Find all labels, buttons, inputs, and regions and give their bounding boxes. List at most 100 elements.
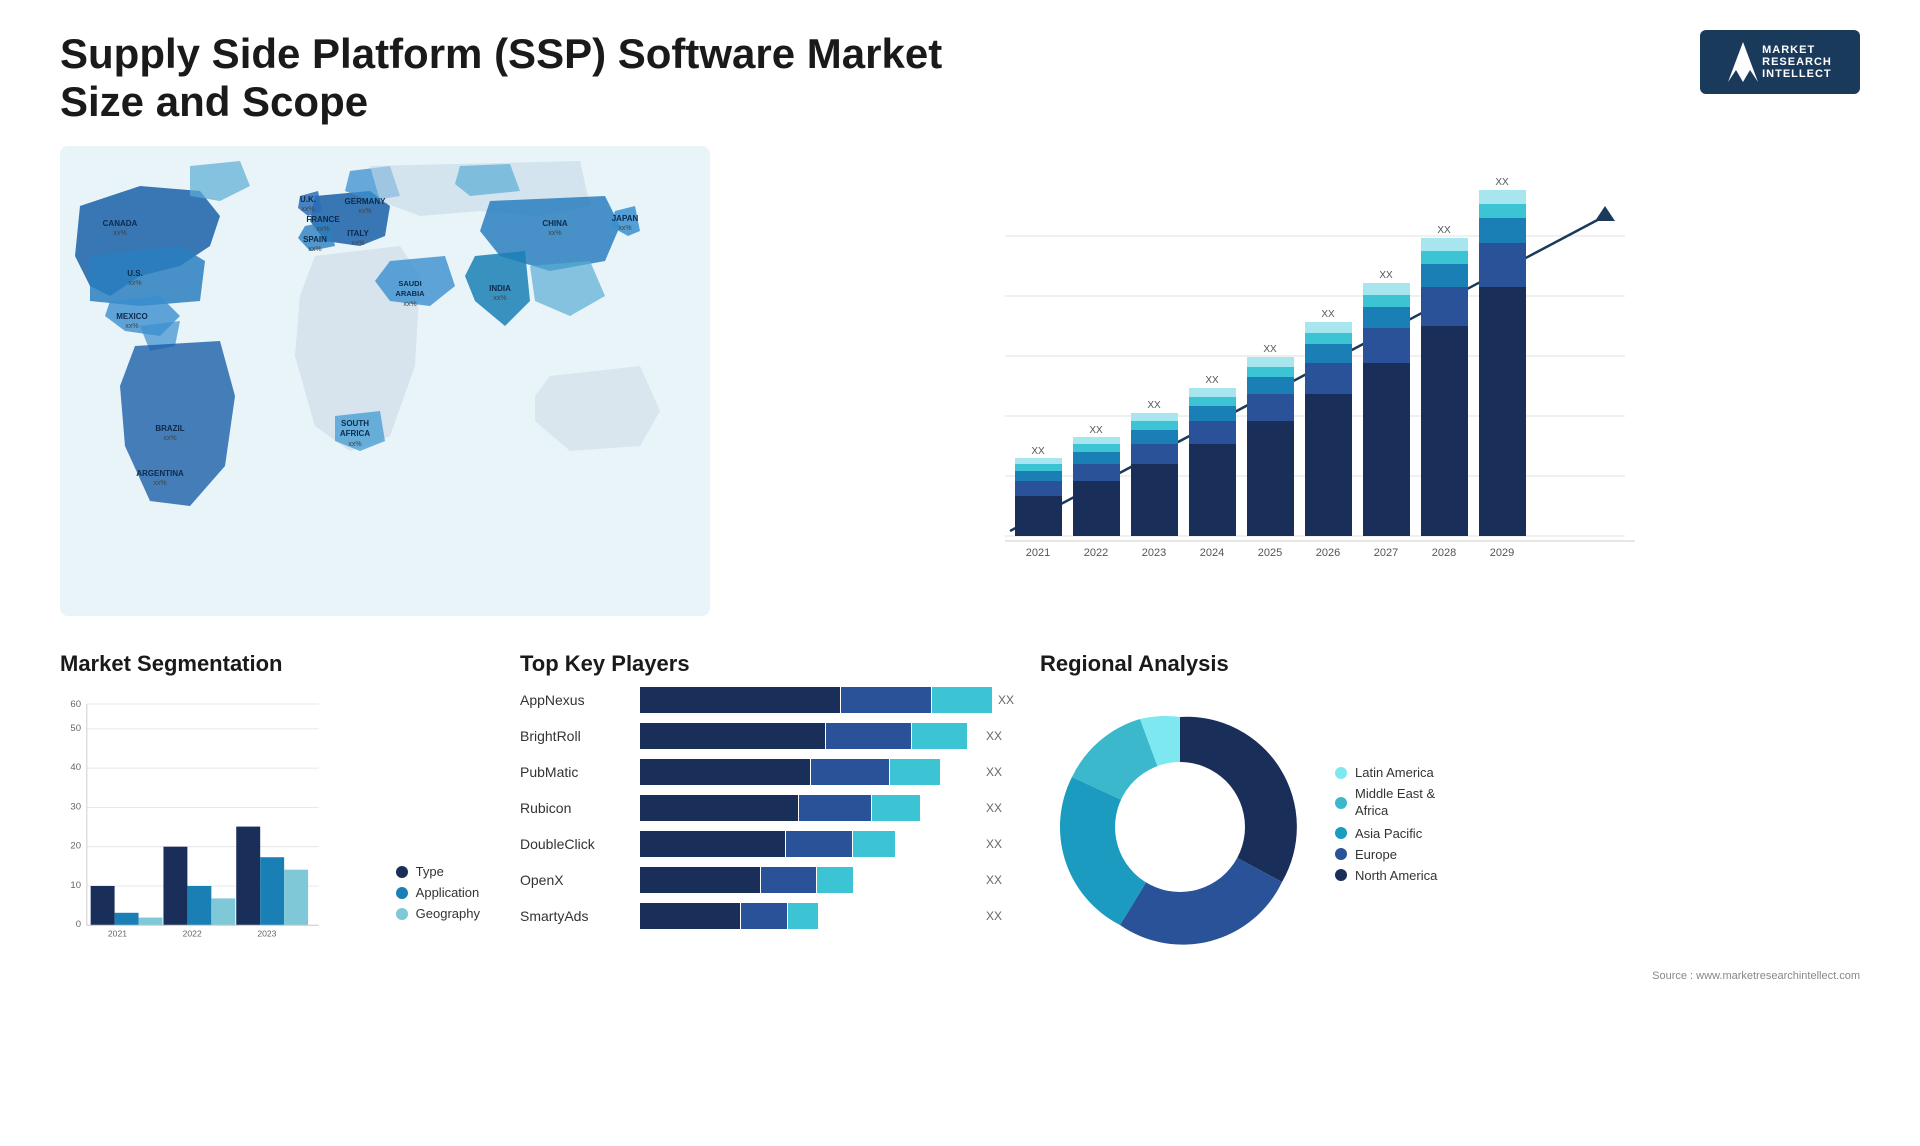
europe-dot [1335,848,1347,860]
svg-text:2026: 2026 [1316,547,1340,559]
reg-legend-apac: Asia Pacific [1335,826,1437,841]
svg-text:xx%: xx% [301,206,314,213]
player-name-2: PubMatic [520,764,640,780]
mea-dot [1335,797,1347,809]
svg-text:2022: 2022 [183,929,202,939]
bottom-row: Market Segmentation 0 10 20 30 40 50 60 [60,651,1860,967]
player-bar-2 [640,759,980,785]
seg-chart-svg: 0 10 20 30 40 50 60 [60,687,386,947]
latin-dot [1335,767,1347,779]
svg-text:ARABIA: ARABIA [395,289,425,298]
reg-legend-na: North America [1335,868,1437,883]
logo-line3: INTELLECT [1762,68,1832,80]
player-row-1: BrightRoll XX [520,723,1020,749]
svg-text:2022: 2022 [1084,547,1108,559]
seg-legend: Type Application Geography [396,864,480,927]
svg-text:xx%: xx% [348,441,361,448]
player-row-3: Rubicon XX [520,795,1020,821]
player-row-4: DoubleClick XX [520,831,1020,857]
svg-text:2029: 2029 [1490,547,1514,559]
svg-text:xx%: xx% [351,240,364,247]
geo-dot [396,908,408,920]
svg-text:U.K.: U.K. [300,195,316,204]
svg-text:2025: 2025 [1258,547,1282,559]
svg-text:xx%: xx% [618,225,631,232]
svg-text:AFRICA: AFRICA [340,429,370,438]
svg-text:xx%: xx% [125,323,138,330]
svg-text:xx%: xx% [316,226,329,233]
player-name-4: DoubleClick [520,836,640,852]
svg-text:xx%: xx% [493,295,506,302]
app-dot [396,887,408,899]
player-name-0: AppNexus [520,692,640,708]
svg-text:JAPAN: JAPAN [612,214,639,223]
svg-text:2023: 2023 [257,929,276,939]
page-title: Supply Side Platform (SSP) Software Mark… [60,30,960,126]
svg-text:2021: 2021 [108,929,127,939]
svg-text:FRANCE: FRANCE [306,215,340,224]
logo: MARKET RESEARCH INTELLECT [1700,30,1860,94]
player-name-6: SmartyAds [520,908,640,924]
svg-text:XX: XX [1089,425,1103,436]
svg-text:BRAZIL: BRAZIL [155,424,184,433]
reg-legend-latin: Latin America [1335,765,1437,780]
player-bar-6 [640,903,980,929]
svg-text:CANADA: CANADA [103,219,138,228]
seg-legend-geo: Geography [396,906,480,921]
apac-dot [1335,827,1347,839]
svg-text:SPAIN: SPAIN [303,235,327,244]
player-bar-3 [640,795,980,821]
header: Supply Side Platform (SSP) Software Mark… [60,30,1860,126]
svg-text:XX: XX [1147,400,1161,411]
svg-text:CHINA: CHINA [542,219,568,228]
source-text: Source : www.marketresearchintellect.com [1652,970,1860,982]
svg-text:xx%: xx% [128,280,141,287]
players-title: Top Key Players [520,651,1020,677]
svg-text:SAUDI: SAUDI [398,279,421,288]
svg-text:30: 30 [70,801,81,812]
regional-chart: Latin America Middle East &Africa Asia P… [1040,687,1860,967]
svg-text:INDIA: INDIA [489,284,511,293]
svg-text:ITALY: ITALY [347,229,369,238]
top-row: CANADA xx% U.S. xx% MEXICO xx% BRAZIL xx… [60,146,1860,641]
svg-text:XX: XX [1263,344,1277,355]
player-row-6: SmartyAds XX [520,903,1020,929]
seg-chart: 0 10 20 30 40 50 60 [60,687,480,947]
svg-text:2028: 2028 [1432,547,1456,559]
svg-text:XX: XX [1321,309,1335,320]
svg-text:XX: XX [1205,375,1219,386]
reg-legend-mea: Middle East &Africa [1335,786,1437,820]
svg-text:xx%: xx% [403,301,416,308]
svg-text:xx%: xx% [548,230,561,237]
svg-text:xx%: xx% [163,435,176,442]
players-section: Top Key Players AppNexus XX BrightRoll [500,651,1020,967]
logo-line1: MARKET [1762,44,1832,56]
regional-pie-svg [1040,687,1320,967]
svg-text:10: 10 [70,880,81,891]
players-list: AppNexus XX BrightRoll XX [520,687,1020,929]
player-name-5: OpenX [520,872,640,888]
type-dot [396,866,408,878]
logo-line2: RESEARCH [1762,56,1832,68]
svg-text:XX: XX [1031,446,1045,457]
reg-legend-europe: Europe [1335,847,1437,862]
svg-text:ARGENTINA: ARGENTINA [136,469,184,478]
world-map-svg: CANADA xx% U.S. xx% MEXICO xx% BRAZIL xx… [60,146,710,616]
svg-text:xx%: xx% [153,480,166,487]
svg-text:MEXICO: MEXICO [116,312,148,321]
svg-text:xx%: xx% [358,208,371,215]
segmentation-title: Market Segmentation [60,651,480,677]
svg-text:XX: XX [1379,270,1393,281]
seg-legend-type: Type [396,864,480,879]
svg-text:2027: 2027 [1374,547,1398,559]
svg-text:2023: 2023 [1142,547,1166,559]
svg-text:XX: XX [1437,225,1451,236]
bar-chart-section: XX 2021 XX 2022 XX 2023 [730,146,1860,641]
player-bar-5 [640,867,980,893]
segmentation-section: Market Segmentation 0 10 20 30 40 50 60 [60,651,480,967]
player-row-5: OpenX XX [520,867,1020,893]
bar-chart-svg: XX 2021 XX 2022 XX 2023 [750,156,1840,626]
svg-text:2021: 2021 [1026,547,1050,559]
player-bar-4 [640,831,980,857]
svg-text:0: 0 [76,919,81,930]
